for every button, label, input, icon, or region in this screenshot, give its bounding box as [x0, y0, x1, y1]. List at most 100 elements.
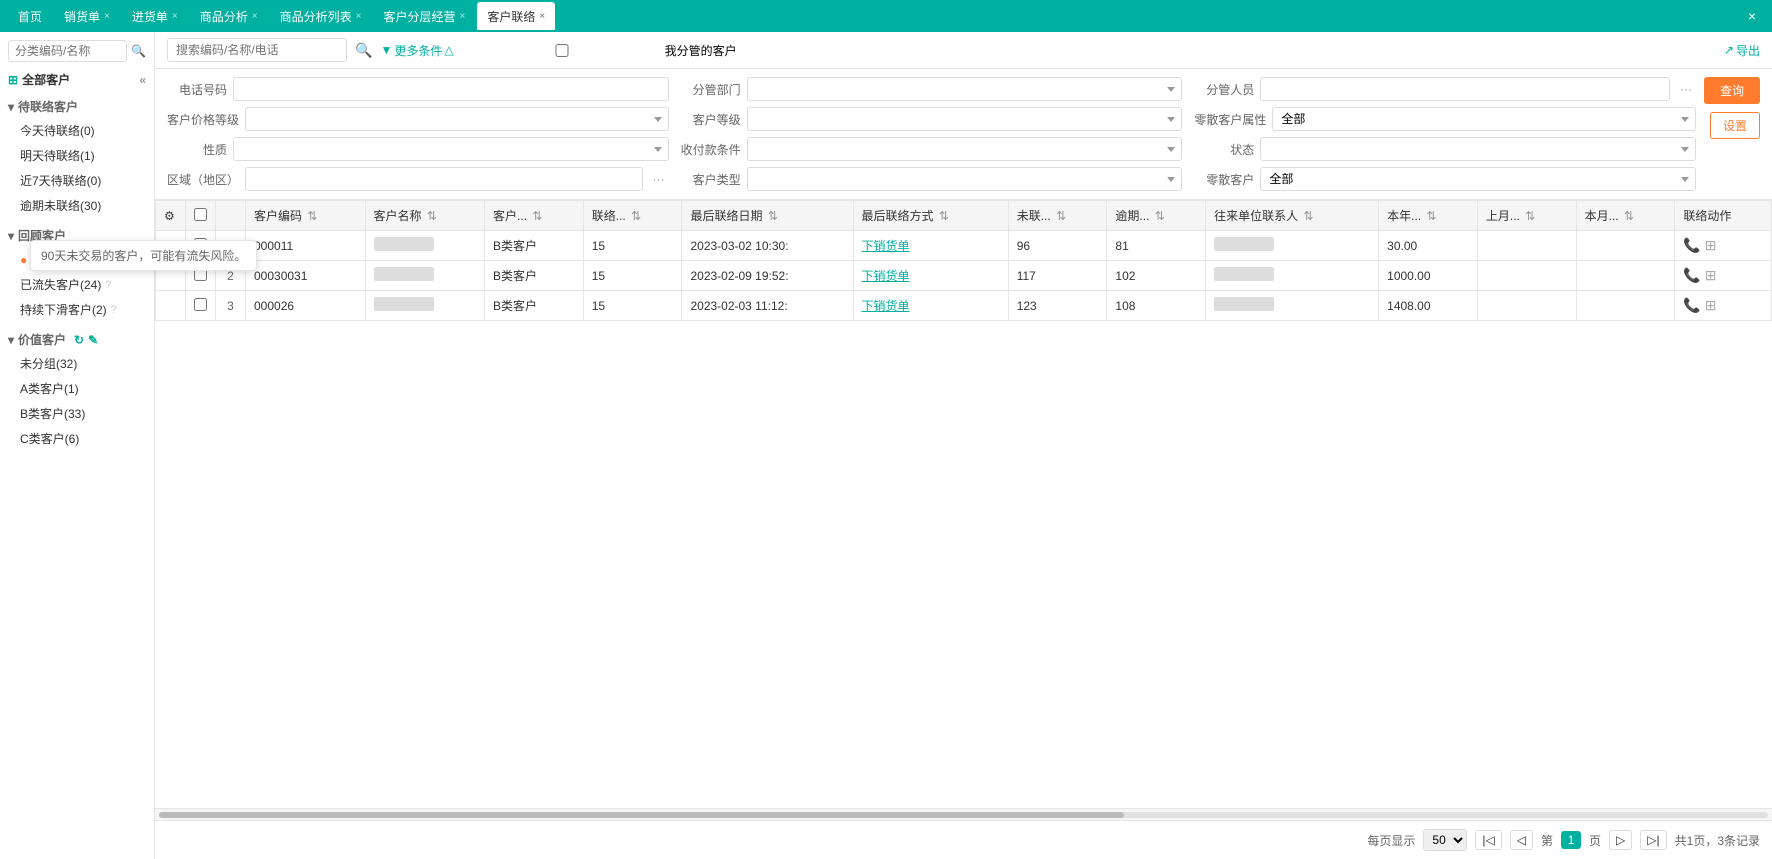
my-customers-checkbox-label[interactable]: 我分管的客户: [462, 42, 737, 59]
customer-level-select[interactable]: [747, 107, 1183, 131]
tab-purchase[interactable]: 进货单 ×: [122, 2, 188, 30]
refresh-icon[interactable]: ↻: [74, 333, 84, 347]
last-contact-method-cell-2[interactable]: 下销货单: [853, 261, 1008, 291]
payment-select[interactable]: [747, 137, 1183, 161]
checkbox-col-header[interactable]: [186, 201, 216, 231]
sidebar-item-class-c[interactable]: C类客户(6): [0, 426, 154, 451]
sidebar-item-class-a[interactable]: A类客户(1): [0, 376, 154, 401]
select-all-checkbox[interactable]: [194, 208, 207, 221]
last-month-col-header[interactable]: 上月... ⇅: [1477, 201, 1576, 231]
close-customer-segment-tab[interactable]: ×: [459, 11, 465, 22]
more-conditions-button[interactable]: ▼ 更多条件 △: [380, 42, 453, 59]
last-contact-method-cell-3[interactable]: 下销货单: [853, 291, 1008, 321]
sidebar-item-tomorrow[interactable]: 明天待联络(1): [0, 143, 154, 168]
sidebar-item-overdue[interactable]: 逾期未联络(30): [0, 193, 154, 218]
lm-sort-icon[interactable]: ⇅: [1525, 209, 1535, 223]
this-year-col-header[interactable]: 本年... ⇅: [1379, 201, 1478, 231]
overdue-col-header[interactable]: 逾期... ⇅: [1107, 201, 1206, 231]
phone-action-icon-3[interactable]: 📞: [1683, 297, 1700, 314]
last-contact-method-cell[interactable]: 下销货单: [853, 231, 1008, 261]
first-page-button[interactable]: |◁: [1475, 830, 1501, 850]
more-action-icon[interactable]: ⊞: [1705, 237, 1717, 254]
unc-sort-icon[interactable]: ⇅: [1056, 209, 1066, 223]
this-month-col-header[interactable]: 本月... ⇅: [1576, 201, 1675, 231]
region-input[interactable]: [245, 167, 643, 191]
sidebar-item-today[interactable]: 今天待联络(0): [0, 118, 154, 143]
person-input[interactable]: [1260, 77, 1670, 101]
code-col-header[interactable]: 客户编码 ⇅: [246, 201, 366, 231]
tab-customer-segment[interactable]: 客户分层经营 ×: [373, 2, 475, 30]
last-page-button[interactable]: ▷|: [1640, 830, 1666, 850]
contact-col-header[interactable]: 联络... ⇅: [583, 201, 682, 231]
tab-sales[interactable]: 销货单 ×: [54, 2, 120, 30]
lcd-sort-icon[interactable]: ⇅: [768, 209, 778, 223]
sidebar-item-week7[interactable]: 近7天待联络(0): [0, 168, 154, 193]
zero-retail-select[interactable]: 全部: [1272, 107, 1696, 131]
contact-method-link-2[interactable]: 下销货单: [862, 269, 910, 283]
nature-select[interactable]: [233, 137, 669, 161]
customer-type-select[interactable]: [747, 167, 1183, 191]
close-goods-analysis-tab[interactable]: ×: [252, 11, 258, 22]
close-purchase-tab[interactable]: ×: [172, 11, 178, 22]
region-dots[interactable]: ···: [649, 172, 669, 186]
tm-sort-icon[interactable]: ⇅: [1624, 209, 1634, 223]
export-button[interactable]: ↗ 导出: [1724, 42, 1760, 59]
price-level-select[interactable]: [245, 107, 669, 131]
uc-sort-icon[interactable]: ⇅: [1304, 209, 1314, 223]
code-sort-icon[interactable]: ⇅: [307, 209, 317, 223]
checkbox-cell-3[interactable]: [186, 291, 216, 321]
contact-sort-icon[interactable]: ⇅: [631, 209, 641, 223]
last-contact-date-col-header[interactable]: 最后联络日期 ⇅: [682, 201, 853, 231]
more-action-icon-3[interactable]: ⊞: [1705, 297, 1717, 314]
sidebar-item-already-lost[interactable]: 已流失客户(24) ?: [0, 272, 154, 297]
ovd-sort-icon[interactable]: ⇅: [1155, 209, 1165, 223]
close-sales-tab[interactable]: ×: [104, 11, 110, 22]
edit-icon[interactable]: ✎: [88, 333, 98, 347]
dept-select[interactable]: [747, 77, 1183, 101]
person-dots[interactable]: ···: [1676, 82, 1696, 96]
phone-action-icon[interactable]: 📞: [1683, 237, 1700, 254]
tab-goods-analysis-list[interactable]: 商品分析列表 ×: [270, 2, 372, 30]
next-page-button[interactable]: ▷: [1609, 830, 1632, 850]
contact-method-link-3[interactable]: 下销货单: [862, 299, 910, 313]
close-customer-contact-tab[interactable]: ×: [539, 11, 545, 22]
more-action-icon-2[interactable]: ⊞: [1705, 267, 1717, 284]
status-select[interactable]: [1260, 137, 1696, 161]
scrollbar-track[interactable]: [159, 812, 1768, 818]
collapse-icon[interactable]: «: [139, 73, 146, 87]
zero-retail2-select[interactable]: 全部: [1260, 167, 1696, 191]
per-page-select[interactable]: 50: [1423, 829, 1467, 851]
ty-sort-icon[interactable]: ⇅: [1427, 209, 1437, 223]
type-sort-icon[interactable]: ⇅: [532, 209, 542, 223]
sidebar-item-unsegmented[interactable]: 未分组(32): [0, 351, 154, 376]
name-col-header[interactable]: 客户名称 ⇅: [365, 201, 485, 231]
horizontal-scrollbar[interactable]: [155, 808, 1772, 820]
name-sort-icon[interactable]: ⇅: [427, 209, 437, 223]
phone-action-icon-2[interactable]: 📞: [1683, 267, 1700, 284]
my-customers-checkbox[interactable]: [462, 44, 662, 57]
search-icon[interactable]: 🔍: [355, 42, 372, 59]
sidebar-search-icon[interactable]: 🔍: [131, 44, 146, 58]
uncontacted-col-header[interactable]: 未联... ⇅: [1008, 201, 1107, 231]
sidebar-search-input[interactable]: [8, 40, 127, 62]
row-checkbox-3[interactable]: [194, 298, 207, 311]
tab-home[interactable]: 首页: [8, 2, 52, 30]
tab-goods-analysis[interactable]: 商品分析 ×: [190, 2, 268, 30]
scrollbar-thumb[interactable]: [159, 812, 1124, 818]
value-customers-group[interactable]: ▾ 价值客户 ↻ ✎: [0, 326, 154, 351]
close-window-button[interactable]: ×: [1740, 4, 1764, 28]
search-input[interactable]: [167, 38, 347, 62]
settings-col-header[interactable]: ⚙: [156, 201, 186, 231]
prev-page-button[interactable]: ◁: [1510, 830, 1533, 850]
tab-customer-contact[interactable]: 客户联络 ×: [477, 2, 555, 30]
query-button[interactable]: 查询: [1704, 77, 1760, 104]
sidebar-item-class-b[interactable]: B类客户(33): [0, 401, 154, 426]
last-contact-method-col-header[interactable]: 最后联络方式 ⇅: [853, 201, 1008, 231]
unit-contact-col-header[interactable]: 往来单位联系人 ⇅: [1206, 201, 1379, 231]
all-customers-header[interactable]: ⊞ 全部客户 «: [0, 66, 154, 93]
close-goods-analysis-list-tab[interactable]: ×: [356, 11, 362, 22]
type-col-header[interactable]: 客户... ⇅: [485, 201, 584, 231]
lcm-sort-icon[interactable]: ⇅: [939, 209, 949, 223]
phone-input[interactable]: [233, 77, 669, 101]
pending-contact-group[interactable]: ▾ 待联络客户: [0, 93, 154, 118]
